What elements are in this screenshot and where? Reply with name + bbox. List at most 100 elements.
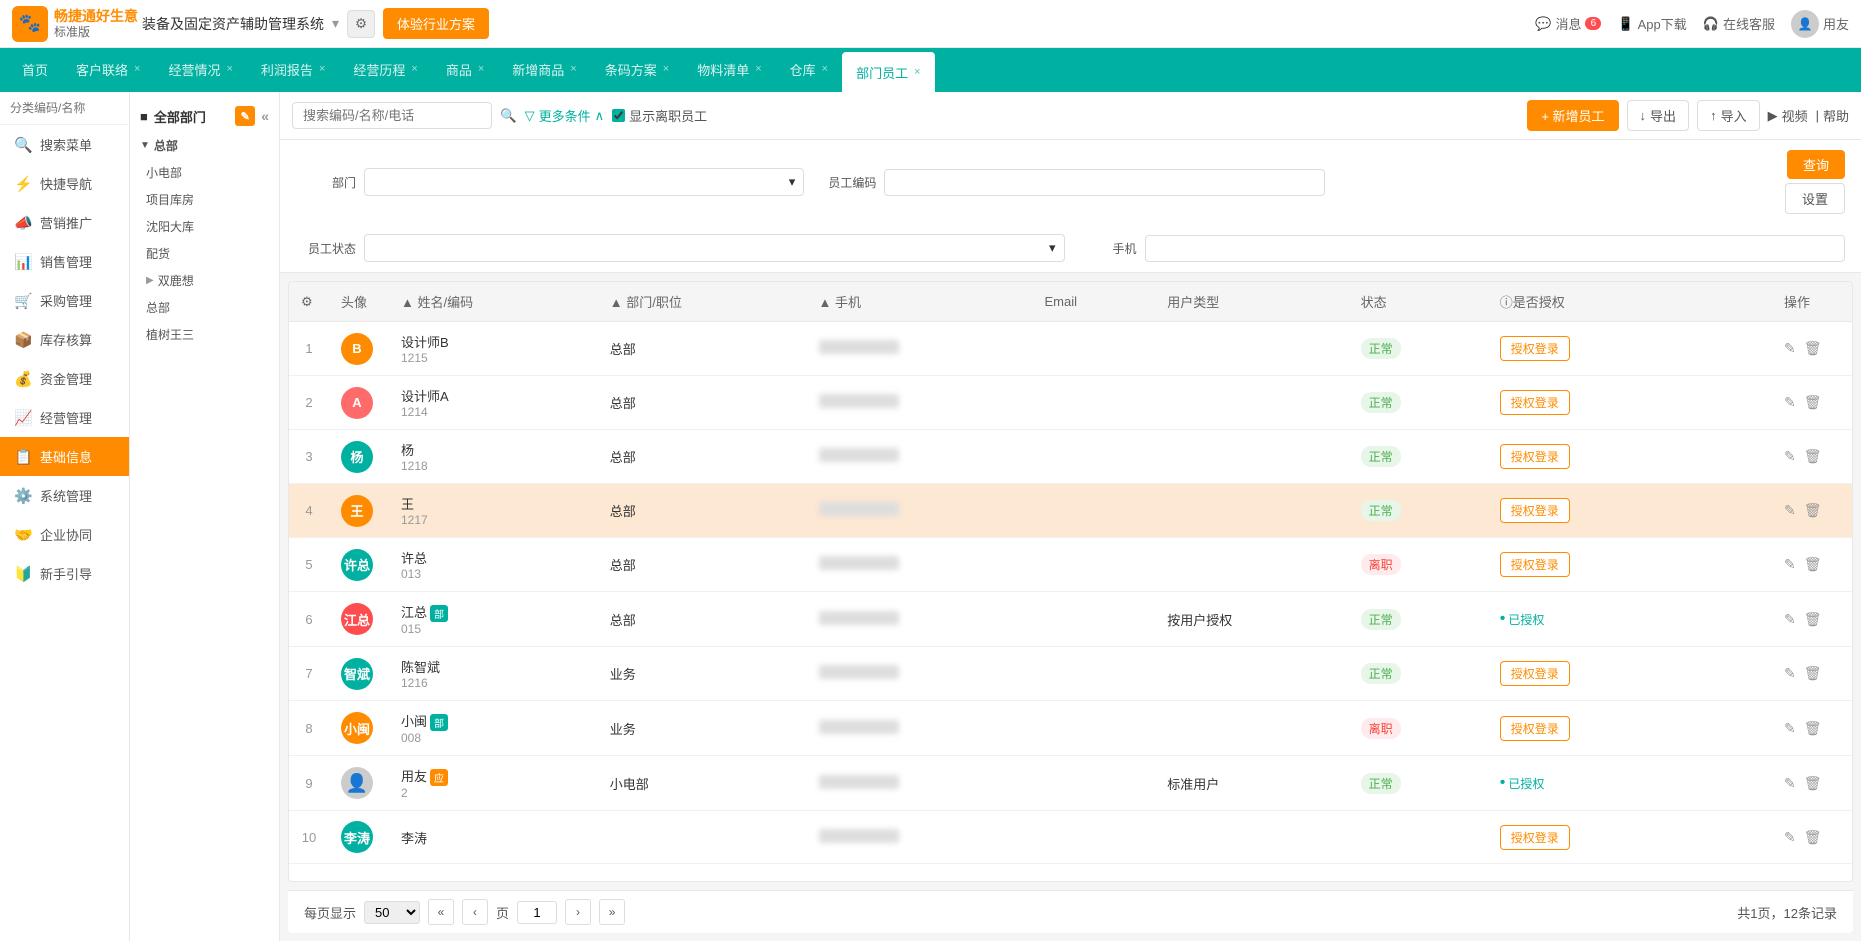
sidebar-item-basic-info[interactable]: 📋 基础信息 bbox=[0, 437, 129, 476]
authorize-btn[interactable]: 授权登录 bbox=[1500, 390, 1570, 415]
tab-employees[interactable]: 部门员工 × bbox=[842, 52, 934, 92]
close-icon[interactable]: × bbox=[755, 63, 761, 75]
sidebar-item-marketing[interactable]: 📣 营销推广 bbox=[0, 203, 129, 242]
search-button[interactable]: 🔍 bbox=[500, 108, 517, 124]
sidebar-item-guide[interactable]: 🔰 新手引导 bbox=[0, 554, 129, 593]
close-icon[interactable]: × bbox=[663, 63, 669, 75]
edit-btn[interactable]: ✎ bbox=[1784, 720, 1796, 737]
delete-btn[interactable]: 🗑 bbox=[1804, 448, 1822, 465]
sidebar-item-operation-mgmt[interactable]: 📈 经营管理 bbox=[0, 398, 129, 437]
dept-tree-title[interactable]: 全部部门 bbox=[154, 107, 229, 126]
tree-item-peiho[interactable]: 配货 bbox=[130, 240, 279, 267]
edit-btn[interactable]: ✎ bbox=[1784, 775, 1796, 792]
edit-btn[interactable]: ✎ bbox=[1784, 502, 1796, 519]
authorize-btn[interactable]: 授权登录 bbox=[1500, 552, 1570, 577]
trial-button[interactable]: 体验行业方案 bbox=[383, 8, 489, 39]
close-icon[interactable]: × bbox=[411, 63, 417, 75]
first-page-btn[interactable]: « bbox=[428, 899, 454, 925]
phone-input[interactable] bbox=[1145, 235, 1846, 262]
tab-new-goods[interactable]: 新增商品 × bbox=[498, 48, 590, 92]
tab-operation[interactable]: 经营情况 × bbox=[154, 48, 246, 92]
dept-select[interactable]: ▾ bbox=[364, 168, 804, 196]
last-page-btn[interactable]: » bbox=[599, 899, 625, 925]
tab-history[interactable]: 经营历程 × bbox=[339, 48, 431, 92]
close-icon[interactable]: × bbox=[226, 63, 232, 75]
close-icon[interactable]: × bbox=[134, 63, 140, 75]
delete-btn[interactable]: 🗑 bbox=[1804, 611, 1822, 628]
import-btn[interactable]: ↑ 导入 bbox=[1697, 100, 1760, 131]
next-page-btn[interactable]: › bbox=[565, 899, 591, 925]
th-auth[interactable]: ⓘ是否授权 bbox=[1488, 282, 1692, 322]
close-icon[interactable]: × bbox=[570, 63, 576, 75]
dept-edit-btn[interactable]: ✎ bbox=[235, 106, 255, 126]
search-input[interactable] bbox=[292, 102, 492, 129]
settings-btn[interactable]: 设置 bbox=[1785, 183, 1845, 214]
export-btn[interactable]: ↓ 导出 bbox=[1627, 100, 1690, 131]
tab-customer[interactable]: 客户联络 × bbox=[62, 48, 154, 92]
app-download-btn[interactable]: 📱 App下载 bbox=[1617, 14, 1686, 33]
tab-bom[interactable]: 物料清单 × bbox=[683, 48, 775, 92]
page-size-select[interactable]: 50 20 100 bbox=[364, 901, 420, 924]
delete-btn[interactable]: 🗑 bbox=[1804, 720, 1822, 737]
delete-btn[interactable]: 🗑 bbox=[1804, 556, 1822, 573]
sidebar-item-quick-nav[interactable]: ⚡ 快捷导航 bbox=[0, 164, 129, 203]
delete-btn[interactable]: 🗑 bbox=[1804, 394, 1822, 411]
emp-status-select[interactable]: ▾ bbox=[364, 234, 1065, 262]
more-conditions-btn[interactable]: ▽ 更多条件 ∧ bbox=[525, 106, 605, 125]
help-btn[interactable]: | 帮助 bbox=[1816, 106, 1849, 125]
message-btn[interactable]: 💬 消息 6 bbox=[1535, 14, 1601, 33]
edit-btn[interactable]: ✎ bbox=[1784, 611, 1796, 628]
delete-btn[interactable]: 🗑 bbox=[1804, 340, 1822, 357]
edit-btn[interactable]: ✎ bbox=[1784, 556, 1796, 573]
online-service-btn[interactable]: 🎧 在线客服 bbox=[1703, 14, 1775, 33]
authorize-btn[interactable]: 授权登录 bbox=[1500, 336, 1570, 361]
close-icon[interactable]: × bbox=[914, 66, 920, 78]
edit-btn[interactable]: ✎ bbox=[1784, 448, 1796, 465]
tab-barcode[interactable]: 条码方案 × bbox=[591, 48, 683, 92]
th-phone[interactable]: ▲ 手机 bbox=[807, 282, 1033, 322]
tab-home[interactable]: 首页 bbox=[8, 48, 62, 92]
user-btn[interactable]: 👤 用友 bbox=[1791, 10, 1849, 38]
delete-btn[interactable]: 🗑 bbox=[1804, 665, 1822, 682]
sidebar-item-sales[interactable]: 📊 销售管理 bbox=[0, 242, 129, 281]
delete-btn[interactable]: 🗑 bbox=[1804, 775, 1822, 792]
tab-warehouse[interactable]: 仓库 × bbox=[776, 48, 842, 92]
authorize-btn[interactable]: 授权登录 bbox=[1500, 825, 1570, 850]
tree-group-head[interactable]: ▼ 总部 bbox=[130, 132, 279, 159]
page-number-input[interactable] bbox=[517, 901, 557, 924]
dropdown-arrow-icon[interactable]: ▾ bbox=[332, 15, 339, 32]
th-dept[interactable]: ▲ 部门/职位 bbox=[598, 282, 807, 322]
close-icon[interactable]: × bbox=[822, 63, 828, 75]
close-icon[interactable]: × bbox=[478, 63, 484, 75]
close-icon[interactable]: × bbox=[319, 63, 325, 75]
tree-item-zhishu[interactable]: 植树王三 bbox=[130, 321, 279, 348]
query-btn[interactable]: 查询 bbox=[1787, 150, 1845, 179]
delete-btn[interactable]: 🗑 bbox=[1804, 829, 1822, 846]
th-settings[interactable]: ⚙ bbox=[289, 282, 329, 322]
sidebar-item-purchase[interactable]: 🛒 采购管理 bbox=[0, 281, 129, 320]
edit-btn[interactable]: ✎ bbox=[1784, 340, 1796, 357]
authorize-btn[interactable]: 授权登录 bbox=[1500, 716, 1570, 741]
tree-item-library[interactable]: 项目库房 bbox=[130, 186, 279, 213]
show-resigned-checkbox[interactable] bbox=[612, 109, 625, 122]
view-btn[interactable]: ▶ 视频 bbox=[1768, 106, 1808, 125]
gear-button[interactable]: ⚙ bbox=[347, 10, 375, 38]
emp-code-input[interactable] bbox=[884, 169, 1324, 196]
tree-item-shenyang[interactable]: 沈阳大库 bbox=[130, 213, 279, 240]
sidebar-item-system[interactable]: ⚙️ 系统管理 bbox=[0, 476, 129, 515]
edit-btn[interactable]: ✎ bbox=[1784, 665, 1796, 682]
tree-item-xiaodianzbu[interactable]: 小电部 bbox=[130, 159, 279, 186]
sidebar-item-collab[interactable]: 🤝 企业协同 bbox=[0, 515, 129, 554]
authorize-btn[interactable]: 授权登录 bbox=[1500, 498, 1570, 523]
collapse-icon[interactable]: « bbox=[261, 108, 269, 124]
show-resigned-toggle[interactable]: 显示离职员工 bbox=[612, 106, 707, 125]
authorize-btn[interactable]: 授权登录 bbox=[1500, 661, 1570, 686]
tab-profit[interactable]: 利润报告 × bbox=[247, 48, 339, 92]
edit-btn[interactable]: ✎ bbox=[1784, 829, 1796, 846]
edit-btn[interactable]: ✎ bbox=[1784, 394, 1796, 411]
add-employee-btn[interactable]: + 新增员工 bbox=[1527, 100, 1618, 131]
tab-goods[interactable]: 商品 × bbox=[432, 48, 498, 92]
sidebar-item-search[interactable]: 🔍 搜索菜单 bbox=[0, 125, 129, 164]
prev-page-btn[interactable]: ‹ bbox=[462, 899, 488, 925]
delete-btn[interactable]: 🗑 bbox=[1804, 502, 1822, 519]
